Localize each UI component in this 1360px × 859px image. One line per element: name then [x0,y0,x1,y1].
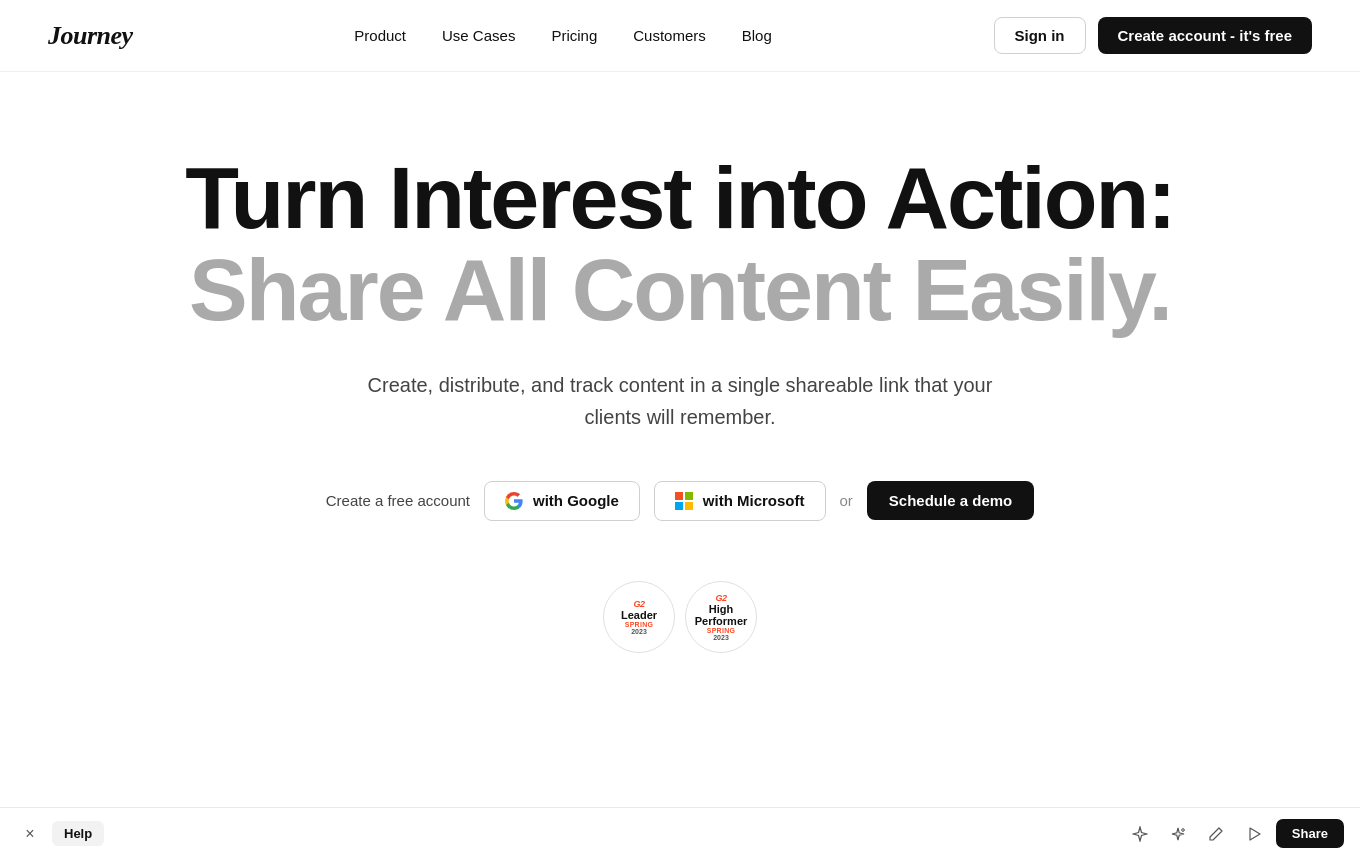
toolbar-play-button[interactable] [1238,818,1270,850]
create-account-button[interactable]: Create account - it's free [1098,17,1312,54]
bottom-toolbar: × Help Share [0,807,1360,859]
hero-title-line1: Turn Interest into Action: [185,152,1174,244]
sparkle-icon-2 [1170,826,1186,842]
share-button[interactable]: Share [1276,819,1344,848]
badge-high-performer-subtitle: SPRING [707,627,736,634]
toolbar-icon-2[interactable] [1162,818,1194,850]
microsoft-btn-label: with Microsoft [703,492,805,509]
toolbar-edit-button[interactable] [1200,818,1232,850]
play-icon [1246,826,1262,842]
cta-label: Create a free account [326,492,470,509]
hero-section: Turn Interest into Action: Share All Con… [0,72,1360,693]
badge-g2-logo-1: G2 [633,599,644,609]
cta-row: Create a free account with Google with M… [326,481,1034,521]
svg-marker-0 [1250,828,1260,840]
microsoft-signup-button[interactable]: with Microsoft [654,481,826,521]
hero-subtitle: Create, distribute, and track content in… [340,369,1020,433]
badge-high-performer-year: 2023 [713,634,729,641]
toolbar-icon-1[interactable] [1124,818,1156,850]
google-signup-button[interactable]: with Google [484,481,640,521]
nav-product[interactable]: Product [354,27,406,44]
schedule-demo-button[interactable]: Schedule a demo [867,481,1034,520]
badge-leader: G2 Leader SPRING 2023 [603,581,675,653]
badge-g2-logo-2: G2 [715,593,726,603]
sparkle-icon-1 [1132,826,1148,842]
main-nav: Product Use Cases Pricing Customers Blog [354,27,771,44]
badge-leader-year: 2023 [631,628,647,635]
badge-high-performer-title: High Performer [695,603,748,627]
badge-leader-subtitle: SPRING [625,621,654,628]
hero-title-line2: Share All Content Easily. [189,244,1171,336]
nav-pricing[interactable]: Pricing [551,27,597,44]
microsoft-icon [675,492,693,510]
help-button[interactable]: Help [52,821,104,846]
badges-row: G2 Leader SPRING 2023 G2 High Performer … [603,581,757,653]
nav-customers[interactable]: Customers [633,27,706,44]
google-btn-label: with Google [533,492,619,509]
badge-high-performer: G2 High Performer SPRING 2023 [685,581,757,653]
close-icon[interactable]: × [16,820,44,848]
toolbar-left: × Help [16,820,104,848]
edit-icon [1208,826,1224,842]
logo[interactable]: Journey [48,21,133,51]
nav-blog[interactable]: Blog [742,27,772,44]
signin-button[interactable]: Sign in [994,17,1086,54]
toolbar-right: Share [1124,818,1344,850]
google-icon [505,492,523,510]
header-actions: Sign in Create account - it's free [994,17,1312,54]
nav-use-cases[interactable]: Use Cases [442,27,515,44]
badge-leader-title: Leader [621,609,657,621]
or-separator: or [840,492,853,509]
